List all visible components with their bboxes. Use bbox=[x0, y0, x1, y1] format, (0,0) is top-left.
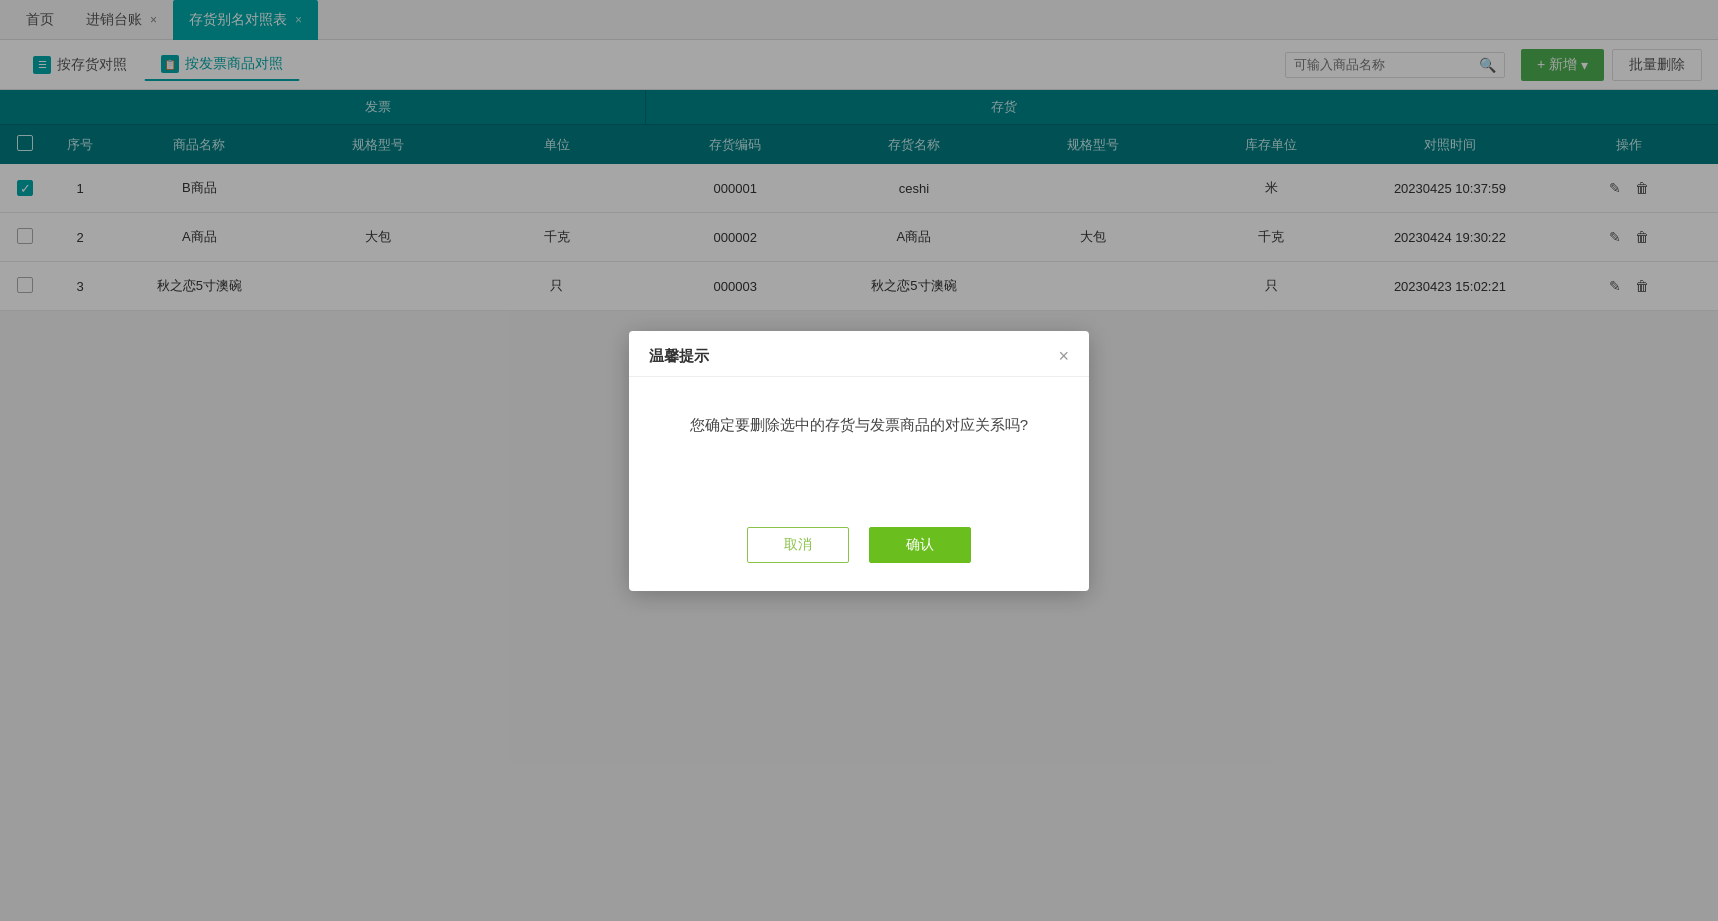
modal-overlay: 温馨提示 × 您确定要删除选中的存货与发票商品的对应关系吗? 取消 确认 bbox=[0, 0, 1718, 311]
